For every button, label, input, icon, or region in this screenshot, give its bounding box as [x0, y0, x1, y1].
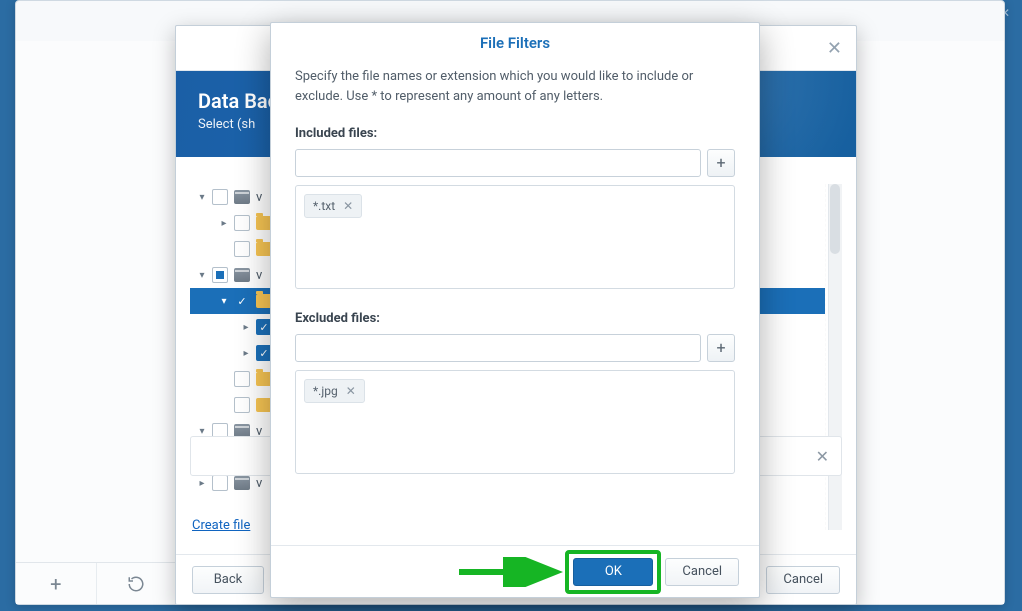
excluded-add-button[interactable]: +	[707, 334, 735, 362]
tree-checkbox[interactable]	[234, 241, 250, 257]
excluded-files-list: *.jpg ✕	[295, 370, 735, 474]
expand-arrow-icon[interactable]: ▾	[218, 296, 230, 307]
excluded-files-label: Excluded files:	[295, 311, 735, 326]
tree-checkbox[interactable]	[234, 215, 250, 231]
dialog-footer: OK Cancel	[271, 545, 759, 597]
volume-icon	[234, 268, 250, 282]
tree-node-label: v	[256, 268, 262, 283]
expand-arrow-icon[interactable]: ▾	[196, 426, 208, 437]
expand-arrow-icon[interactable]: ▾	[196, 192, 208, 203]
included-files-list: *.txt ✕	[295, 185, 735, 289]
dialog-title: File Filters	[271, 23, 759, 63]
history-button[interactable]	[97, 563, 177, 604]
expand-arrow-icon[interactable]: ▸	[240, 322, 252, 333]
create-file-filter-link[interactable]: Create file	[192, 518, 250, 533]
expand-arrow-icon[interactable]: ▾	[196, 270, 208, 281]
included-files-input[interactable]	[295, 149, 701, 177]
volume-icon	[234, 476, 250, 490]
tree-scrollbar[interactable]	[828, 184, 842, 530]
included-add-button[interactable]: +	[707, 149, 735, 177]
tree-checkbox[interactable]	[212, 475, 228, 491]
excluded-files-input[interactable]	[295, 334, 701, 362]
wizard-close-icon[interactable]: ✕	[827, 38, 842, 59]
volume-icon	[234, 190, 250, 204]
included-files-label: Included files:	[295, 126, 735, 141]
file-filters-dialog: File Filters Specify the file names or e…	[270, 22, 760, 598]
ok-button[interactable]: OK	[573, 558, 653, 586]
tree-checkbox[interactable]	[234, 293, 250, 309]
filter-chip-label: *.txt	[313, 199, 335, 213]
tree-node-label: v	[256, 190, 262, 205]
filter-summary-close-icon[interactable]: ✕	[816, 447, 829, 466]
tree-checkbox[interactable]	[212, 267, 228, 283]
filter-chip-label: *.jpg	[313, 384, 338, 398]
back-button[interactable]: Back	[192, 566, 264, 594]
tree-node-label: v	[256, 476, 262, 491]
left-toolbar: +	[16, 562, 176, 604]
chip-remove-icon[interactable]: ✕	[343, 199, 353, 213]
cancel-button[interactable]: Cancel	[665, 558, 739, 586]
expand-arrow-icon[interactable]: ▸	[196, 478, 208, 489]
tree-checkbox[interactable]	[234, 397, 250, 413]
add-task-button[interactable]: +	[16, 563, 97, 604]
chip-remove-icon[interactable]: ✕	[346, 384, 356, 398]
expand-arrow-icon[interactable]: ▸	[240, 348, 252, 359]
filter-chip: *.jpg ✕	[304, 379, 365, 403]
tree-checkbox[interactable]	[234, 371, 250, 387]
expand-arrow-icon[interactable]: ▸	[218, 218, 230, 229]
wizard-cancel-button[interactable]: Cancel	[766, 566, 840, 594]
tree-checkbox[interactable]	[212, 189, 228, 205]
filter-chip: *.txt ✕	[304, 194, 362, 218]
dialog-description: Specify the file names or extension whic…	[295, 67, 735, 106]
